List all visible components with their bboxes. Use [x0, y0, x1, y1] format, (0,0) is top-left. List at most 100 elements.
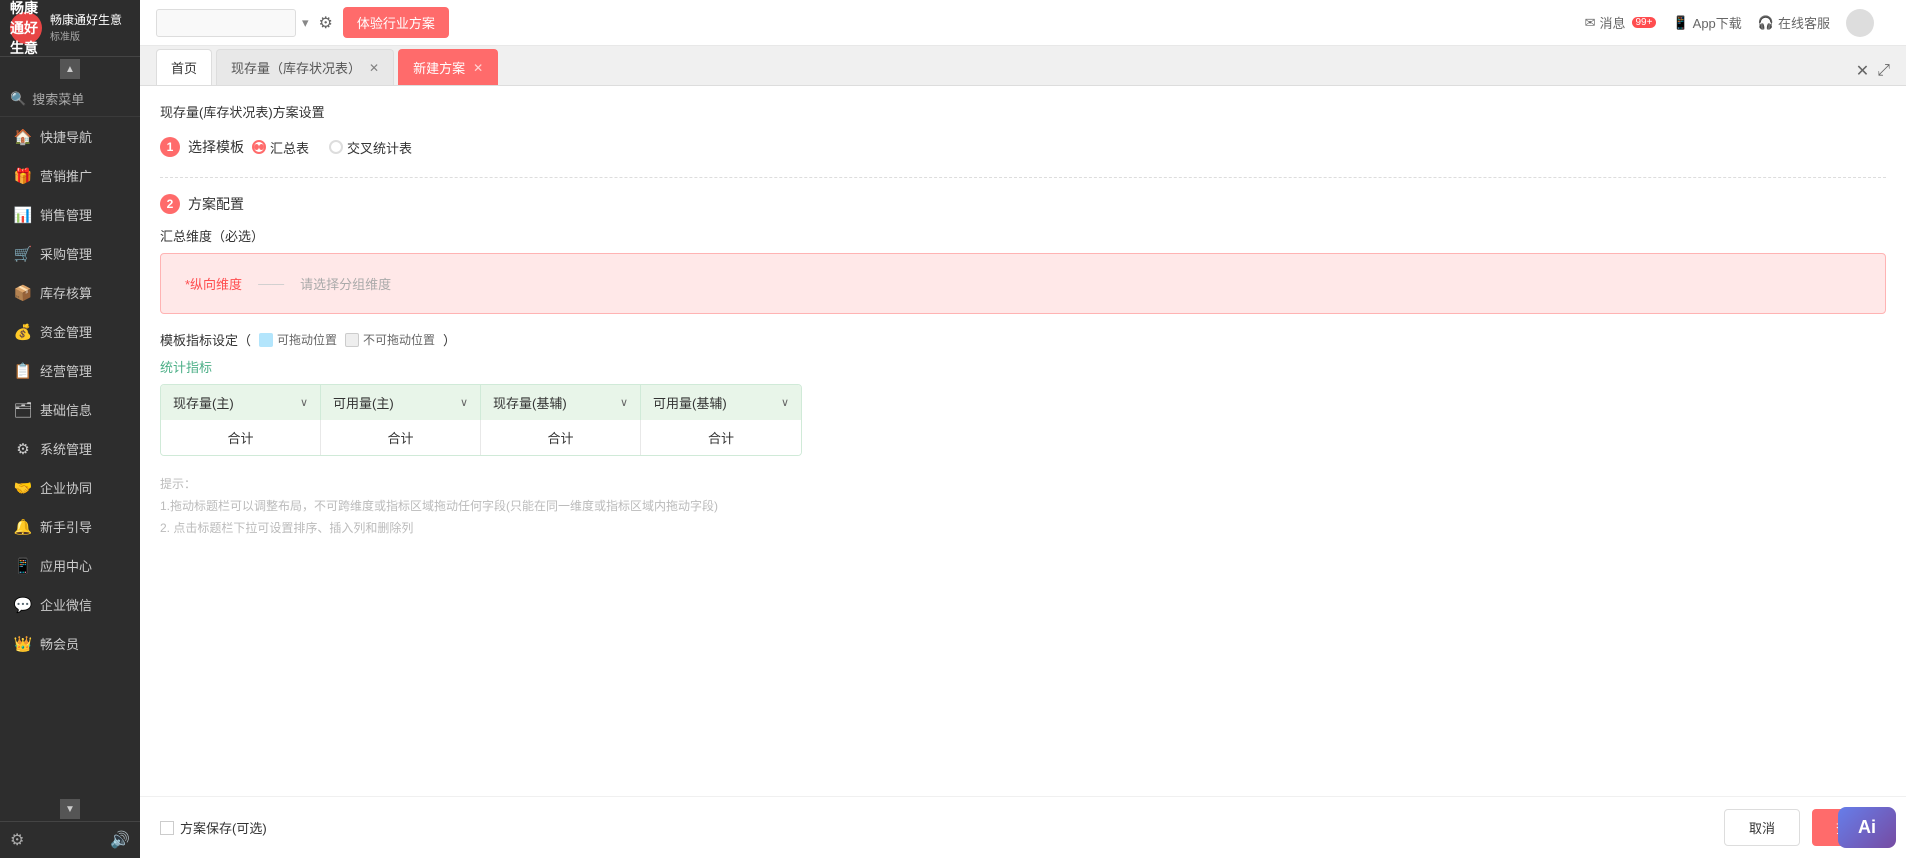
header-cell-0[interactable]: 现存量(主) ∨	[161, 385, 321, 420]
wechat-icon: 💬	[14, 596, 32, 614]
metrics-config-close: ）	[443, 330, 456, 349]
header-cell-2[interactable]: 现存量(基辅) ∨	[481, 385, 641, 420]
app-name: 畅康通好生意	[50, 13, 122, 29]
cancel-button[interactable]: 取消	[1724, 809, 1800, 846]
sidebar-nav: 🏠 快捷导航 🎁 营销推广 📊 销售管理 🛒 采购管理 📦 库存核算 💰 资金管…	[0, 117, 140, 797]
sidebar-item-label: 基础信息	[40, 400, 92, 419]
scroll-up-btn[interactable]: ▲	[60, 59, 80, 79]
sidebar-bottom: ⚙ 🔊	[0, 821, 140, 858]
radio-cross-label: 交叉统计表	[347, 138, 412, 157]
save-checkbox-area: 方案保存(可选)	[160, 818, 267, 837]
topbar: ▾ ⚙ 体验行业方案 ✉ 消息 99+ 📱 App下载 🎧 在线客服	[140, 0, 1906, 46]
ai-badge[interactable]: Ai	[1838, 807, 1896, 848]
header-label-0: 现存量(主)	[173, 393, 234, 412]
quick-nav-icon: 🏠	[14, 128, 32, 146]
sidebar-item-management[interactable]: 📋 经营管理	[0, 351, 140, 390]
tip-1: 1.拖动标题栏可以调整布局，不可跨维度或指标区域拖动任何字段(只能在同一维度或指…	[160, 496, 1886, 518]
topbar-settings-icon[interactable]: ⚙	[319, 13, 333, 33]
app-download-group[interactable]: 📱 App下载	[1672, 13, 1741, 32]
scroll-down-btn[interactable]: ▼	[60, 799, 80, 819]
radio-summary[interactable]: 汇总表	[252, 138, 309, 157]
header-cell-1[interactable]: 可用量(主) ∨	[321, 385, 481, 420]
draggable-indicator: 可拖动位置	[259, 331, 337, 348]
topbar-right: ✉ 消息 99+ 📱 App下载 🎧 在线客服	[1585, 9, 1890, 37]
sidebar-item-purchase[interactable]: 🛒 采购管理	[0, 234, 140, 273]
step1-badge: 1	[160, 137, 180, 157]
online-service-group[interactable]: 🎧 在线客服	[1758, 13, 1830, 32]
headset-icon: 🎧	[1758, 15, 1774, 31]
sidebar-item-member[interactable]: 👑 畅会员	[0, 624, 140, 663]
data-cell-1: 合计	[321, 420, 481, 455]
messages-badge: 99+	[1632, 17, 1657, 28]
window-close-btn[interactable]: ✕	[1856, 61, 1869, 81]
sidebar-item-label: 畅会员	[40, 634, 79, 653]
tip-2: 2. 点击标题栏下拉可设置排序、插入列和删除列	[160, 518, 1886, 540]
marketing-icon: 🎁	[14, 167, 32, 185]
cooperation-icon: 🤝	[14, 479, 32, 497]
non-drag-indicator: 不可拖动位置	[345, 331, 435, 348]
radio-summary-label: 汇总表	[270, 138, 309, 157]
drag-badge	[259, 333, 273, 347]
tips-section: 提示： 1.拖动标题栏可以调整布局，不可跨维度或指标区域拖动任何字段(只能在同一…	[160, 475, 1886, 539]
sidebar-item-wechat[interactable]: 💬 企业微信	[0, 585, 140, 624]
data-cell-0: 合计	[161, 420, 321, 455]
sidebar-item-label: 库存核算	[40, 283, 92, 302]
draggable-label: 可拖动位置	[277, 331, 337, 348]
chevron-3: ∨	[781, 396, 789, 409]
sidebar-item-label: 经营管理	[40, 361, 92, 380]
non-draggable-label: 不可拖动位置	[363, 331, 435, 348]
search-icon: 🔍	[10, 91, 26, 107]
dimension-box[interactable]: *纵向维度 —— 请选择分组维度	[160, 253, 1886, 314]
metrics-config-label: 模板指标设定（ 可拖动位置 不可拖动位置 ）	[160, 330, 1886, 349]
metrics-header-row: 现存量(主) ∨ 可用量(主) ∨ 现存量(基辅) ∨ 可用量(基辅)	[161, 385, 801, 420]
topbar-search-input[interactable]	[156, 9, 296, 37]
speaker-icon[interactable]: 🔊	[110, 830, 130, 850]
sidebar-item-app-center[interactable]: 📱 应用中心	[0, 546, 140, 585]
sidebar-item-system[interactable]: ⚙ 系统管理	[0, 429, 140, 468]
online-service-label: 在线客服	[1778, 13, 1830, 32]
tab-inventory-close[interactable]: ✕	[369, 61, 379, 75]
sidebar-item-quick-nav[interactable]: 🏠 快捷导航	[0, 117, 140, 156]
trial-btn[interactable]: 体验行业方案	[343, 7, 449, 38]
step1-header: 1 选择模板 汇总表 交叉统计表	[160, 137, 1886, 157]
sidebar-item-cooperation[interactable]: 🤝 企业协同	[0, 468, 140, 507]
header-cell-3[interactable]: 可用量(基辅) ∨	[641, 385, 801, 420]
header-label-2: 现存量(基辅)	[493, 393, 567, 412]
tab-new-plan[interactable]: 新建方案 ✕	[398, 49, 498, 85]
member-icon: 👑	[14, 635, 32, 653]
tabs-bar: 首页 现存量（库存状况表） ✕ 新建方案 ✕ ✕ ⤢	[140, 46, 1906, 86]
dropdown-icon[interactable]: ▾	[302, 15, 309, 31]
sidebar-item-label: 企业微信	[40, 595, 92, 614]
step2-title: 方案配置	[188, 194, 244, 214]
header-label-3: 可用量(基辅)	[653, 393, 727, 412]
metrics-data-row: 合计 合计 合计 合计	[161, 420, 801, 455]
summary-dimension-label: 汇总维度（必选）	[160, 226, 1886, 245]
stats-title: 统计指标	[160, 357, 1886, 376]
user-avatar[interactable]	[1846, 9, 1874, 37]
save-checkbox[interactable]	[160, 821, 174, 835]
settings-bottom-icon[interactable]: ⚙	[10, 830, 24, 850]
sidebar: 畅康通好生意 畅康通好生意 标准版 ▲ 🔍 搜索菜单 🏠 快捷导航 🎁 营销推广…	[0, 0, 140, 858]
step2-header: 2 方案配置	[160, 194, 1886, 214]
tab-new-plan-close[interactable]: ✕	[473, 61, 483, 75]
sidebar-search[interactable]: 🔍 搜索菜单	[0, 81, 140, 117]
sidebar-item-label: 系统管理	[40, 439, 92, 458]
sidebar-item-marketing[interactable]: 🎁 营销推广	[0, 156, 140, 195]
template-radio-group: 汇总表 交叉统计表	[252, 138, 412, 157]
messages-group[interactable]: ✉ 消息 99+	[1585, 13, 1657, 32]
sidebar-item-sales[interactable]: 📊 销售管理	[0, 195, 140, 234]
radio-cross[interactable]: 交叉统计表	[329, 138, 412, 157]
tab-home[interactable]: 首页	[156, 49, 212, 85]
sidebar-item-inventory[interactable]: 📦 库存核算	[0, 273, 140, 312]
tab-home-label: 首页	[171, 58, 197, 77]
tab-inventory-label: 现存量（库存状况表）	[231, 58, 361, 77]
window-expand-btn[interactable]: ⤢	[1877, 62, 1890, 80]
topbar-search-area: ▾	[156, 9, 309, 37]
tab-inventory-status[interactable]: 现存量（库存状况表） ✕	[216, 49, 394, 85]
sidebar-item-finance[interactable]: 💰 资金管理	[0, 312, 140, 351]
header-label-1: 可用量(主)	[333, 393, 394, 412]
step2-badge: 2	[160, 194, 180, 214]
sidebar-item-basic-info[interactable]: 🗂 基础信息	[0, 390, 140, 429]
chevron-1: ∨	[460, 396, 468, 409]
sidebar-item-guide[interactable]: 🔔 新手引导	[0, 507, 140, 546]
